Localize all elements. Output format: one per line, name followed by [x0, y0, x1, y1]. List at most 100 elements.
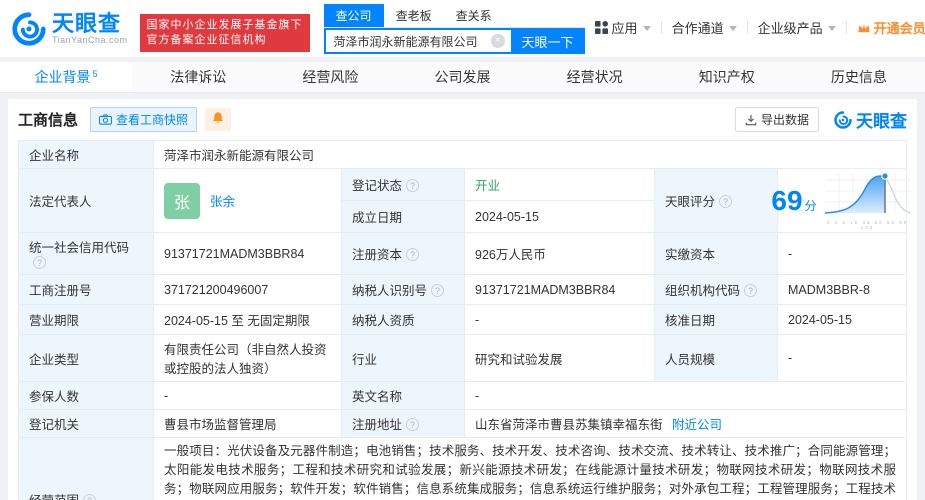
export-data-button[interactable]: 导出数据: [734, 107, 819, 132]
business-scope-value: 一般项目：光伏设备及元器件制造；电池销售；技术服务、技术开发、技术咨询、技术交流…: [153, 437, 907, 500]
table-row: 企业类型 有限责任公司（非自然人投资或控股的法人独资） 行业 研究和试验发展 人…: [18, 334, 907, 382]
legal-rep-label: 法定代表人: [18, 168, 154, 233]
taxpayer-qualification-value: -: [464, 304, 655, 335]
alert-bell-icon: [212, 112, 224, 124]
reg-authority-label: 登记机关: [18, 409, 154, 438]
tab-company-background[interactable]: 企业背景 5: [0, 62, 133, 92]
reg-address-value: 山东省菏泽市曹县苏集镇幸福东街 附近公司: [464, 409, 907, 438]
section-header: 工商信息 查看工商快照 导出数据 天眼查: [18, 107, 907, 132]
help-icon[interactable]: ?: [406, 248, 420, 261]
est-date-value: 2024-05-15: [464, 200, 655, 233]
tab-badge-count: 5: [92, 69, 98, 79]
score-unit: 分: [804, 199, 817, 213]
paid-capital-label: 实缴资本: [654, 232, 778, 275]
score-axis-labels: 0 1 5 15 35 50 85 99 100: [826, 220, 909, 230]
logo-domain: TianYanCha.com: [52, 35, 128, 45]
tianyancha-eye-icon: [834, 110, 852, 129]
reg-status-value: 开业: [464, 168, 655, 201]
help-icon[interactable]: ?: [744, 284, 758, 297]
tianyancha-eye-icon: [12, 12, 46, 46]
table-row: 经营范围? 一般项目：光伏设备及元器件制造；电池销售；技术服务、技术开发、技术咨…: [18, 437, 907, 500]
top-nav: 应用 合作通道 企业级产品 开通会员 道济: [585, 18, 925, 37]
company-type-label: 企业类型: [18, 334, 154, 382]
nav-cooperation[interactable]: 合作通道: [662, 18, 747, 37]
business-term-label: 营业期限: [18, 304, 154, 335]
help-icon[interactable]: ?: [33, 256, 46, 269]
legal-rep-avatar[interactable]: 张: [164, 182, 200, 219]
english-name-label: 英文名称: [341, 381, 465, 410]
company-type-value: 有限责任公司（非自然人投资或控股的法人独资）: [153, 334, 342, 382]
uscc-label: 统一社会信用代码?: [18, 232, 154, 275]
crown-icon: [857, 23, 870, 32]
legal-rep-link[interactable]: 张余: [210, 191, 235, 210]
approval-date-label: 核准日期: [654, 304, 778, 335]
search-tab-boss[interactable]: 查老板: [384, 4, 444, 27]
table-row: 参保人数 - 英文名称 -: [18, 381, 907, 410]
help-icon[interactable]: ?: [406, 179, 420, 192]
logo-name: 天眼查: [52, 11, 122, 36]
help-icon[interactable]: ?: [719, 195, 733, 208]
business-term-value: 2024-05-15 至 无固定期限: [153, 304, 342, 335]
watermark-brand: 天眼查: [833, 107, 907, 132]
reg-status-label: 登记状态?: [341, 168, 465, 201]
table-row: 企业名称 菏泽市润永新能源有限公司: [18, 140, 907, 169]
apps-grid-icon: [594, 21, 608, 34]
help-icon[interactable]: ?: [406, 418, 420, 431]
insured-label: 参保人数: [18, 381, 154, 410]
search-tab-company[interactable]: 查公司: [323, 4, 384, 27]
tab-company-development[interactable]: 公司发展: [396, 62, 528, 92]
nav-enterprise-products[interactable]: 企业级产品: [748, 18, 846, 37]
gov-certification-badge: 国家中小企业发展子基金旗下 官方备案企业征信机构: [139, 14, 310, 52]
company-section-tabs: 企业背景 5 法律诉讼 经营风险 公司发展 经营状况 知识产权 历史信息: [0, 62, 925, 93]
help-icon[interactable]: ?: [431, 284, 445, 297]
tab-history-info[interactable]: 历史信息: [793, 62, 925, 92]
nearby-companies-link[interactable]: 附近公司: [672, 418, 722, 432]
search-button[interactable]: 天眼一下: [510, 28, 585, 54]
business-scope-label: 经营范围?: [18, 437, 154, 500]
insured-value: -: [153, 381, 342, 410]
taxpayer-id-label: 纳税人识别号?: [341, 274, 465, 305]
camera-icon: [99, 114, 112, 125]
search-clear-icon[interactable]: ×: [490, 34, 505, 48]
score-distribution-chart: 0 1 5 15 35 50 85 99 100: [823, 171, 913, 230]
table-row: 法定代表人 张 张余 登记状态? 开业 天眼评分? 69 分 0 1 5 15 …: [18, 168, 911, 233]
business-info-card: 工商信息 查看工商快照 导出数据 天眼查 企业名称 菏泽市润永新能源有限公司 法…: [8, 99, 917, 500]
reg-capital-label: 注册资本?: [341, 232, 465, 275]
nav-apps[interactable]: 应用: [585, 18, 661, 37]
tianyancha-logo[interactable]: 天眼查 TianYanCha.com: [10, 10, 128, 48]
est-date-label: 成立日期: [341, 200, 465, 233]
reg-number-label: 工商注册号: [18, 274, 154, 305]
org-code-label: 组织机构代码?: [654, 274, 778, 305]
reg-capital-value: 926万人民币: [464, 232, 655, 275]
search-input[interactable]: [323, 28, 511, 54]
search-tabs: 查公司 查老板 查关系: [323, 4, 585, 28]
help-icon[interactable]: ?: [83, 493, 97, 500]
tab-intellectual-property[interactable]: 知识产权: [661, 62, 793, 92]
table-row: 营业期限 2024-05-15 至 无固定期限 纳税人资质 - 核准日期 202…: [18, 304, 907, 335]
english-name-value: -: [464, 381, 907, 410]
staff-size-label: 人员规模: [654, 334, 778, 382]
tab-operating-status[interactable]: 经营状况: [529, 62, 661, 92]
chevron-down-icon: [642, 26, 651, 31]
tab-legal-proceedings[interactable]: 法律诉讼: [132, 62, 264, 92]
approval-date-value: 2024-05-15: [777, 304, 907, 335]
taxpayer-qualification-label: 纳税人资质: [341, 304, 465, 335]
download-icon: [745, 114, 757, 125]
legal-rep-cell: 张 张余: [153, 168, 342, 233]
industry-label: 行业: [341, 334, 465, 382]
paid-capital-value: -: [777, 232, 907, 275]
search-tab-relation[interactable]: 查关系: [444, 4, 504, 27]
chevron-down-icon: [827, 26, 836, 31]
tianyan-score-label: 天眼评分?: [654, 168, 778, 233]
tianyan-score-cell[interactable]: 69 分 0 1 5 15 35 50 85 99 100: [771, 168, 911, 233]
org-code-value: MADM3BBR-8: [777, 274, 907, 305]
view-business-snapshot-button[interactable]: 查看工商快照: [90, 107, 198, 132]
nav-open-membership[interactable]: 开通会员: [847, 18, 925, 37]
company-name-label: 企业名称: [18, 140, 154, 169]
score-value: 69: [771, 184, 803, 216]
company-name-value: 菏泽市润永新能源有限公司: [153, 140, 907, 169]
tab-operational-risk[interactable]: 经营风险: [264, 62, 396, 92]
reg-number-value: 371721200496007: [153, 274, 342, 305]
monitor-alert-button[interactable]: [205, 108, 232, 131]
reg-address-label: 注册地址?: [341, 409, 465, 438]
